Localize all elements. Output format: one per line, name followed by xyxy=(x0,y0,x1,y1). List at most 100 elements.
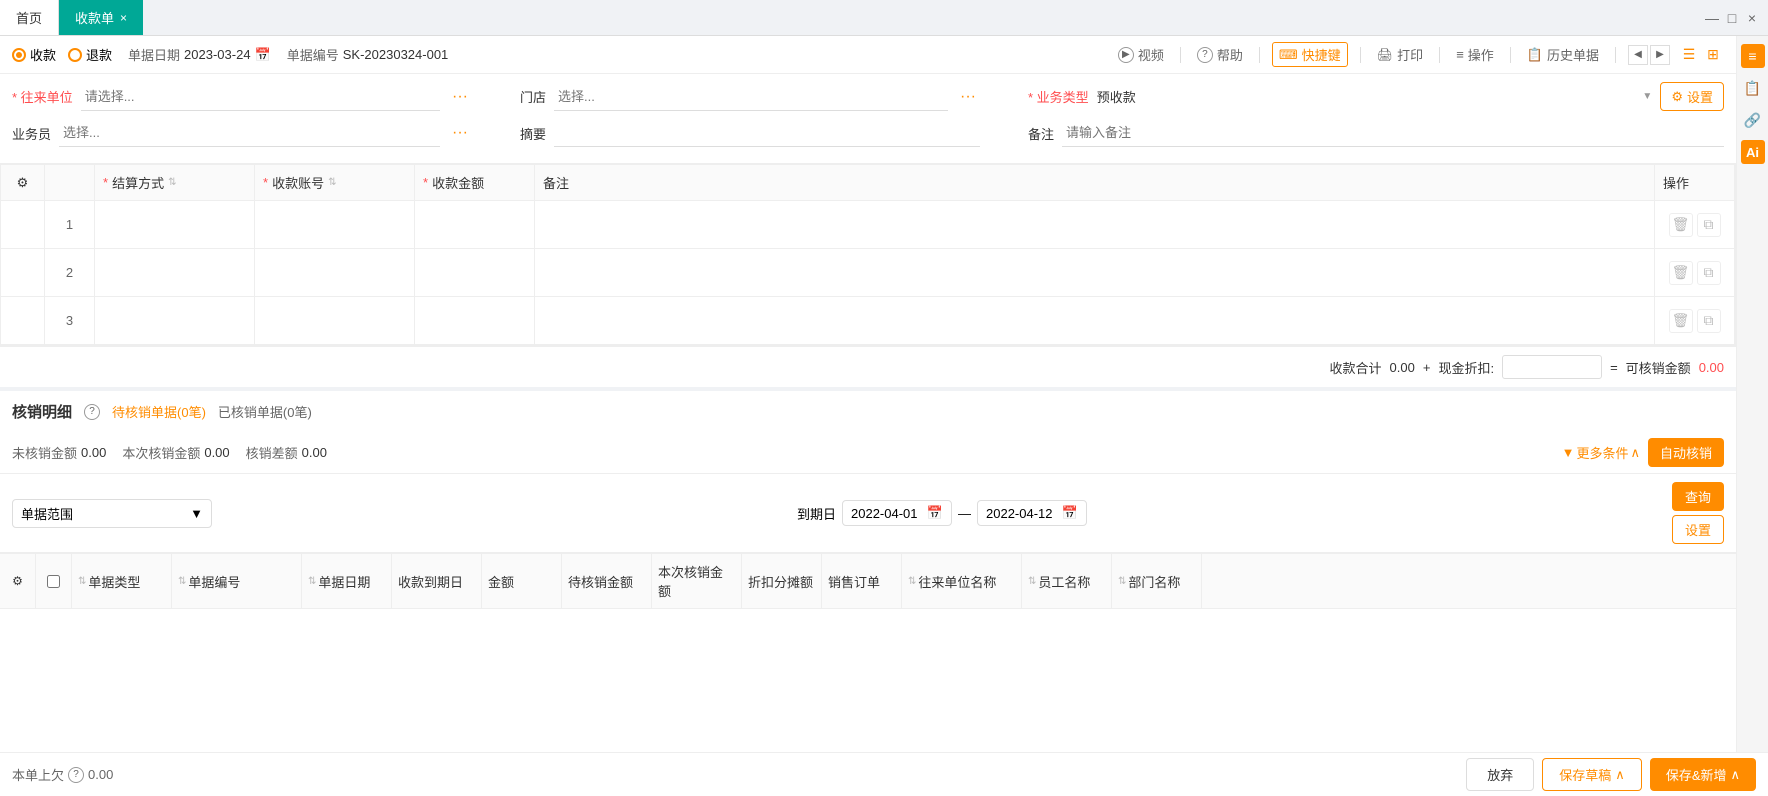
row1-amount[interactable] xyxy=(415,201,535,248)
prev-button[interactable]: ◀ xyxy=(1628,45,1648,65)
table-row: 1 🗑 ⧉ xyxy=(1,201,1735,249)
next-button[interactable]: ▶ xyxy=(1650,45,1670,65)
col-gear[interactable]: ⚙ xyxy=(1,165,45,200)
staff-sort-icon[interactable]: ⇅ xyxy=(1028,576,1036,587)
print-button[interactable]: 🖨 打印 xyxy=(1373,43,1428,66)
biz-type-chevron-icon[interactable]: ▼ xyxy=(1642,91,1652,102)
row1-copy-icon[interactable]: ⧉ xyxy=(1697,213,1721,237)
sidebar-icon-2[interactable]: 📋 xyxy=(1741,76,1765,100)
receive-radio-dot xyxy=(12,48,26,62)
settings-button[interactable]: ⚙ 设置 xyxy=(1660,82,1724,111)
due-start-input[interactable]: 2022-04-01 📅 xyxy=(842,500,952,526)
row2-amount[interactable] xyxy=(415,249,535,296)
tab-close-icon[interactable]: × xyxy=(120,11,127,25)
divider-4 xyxy=(1439,47,1440,63)
row1-account[interactable] xyxy=(255,201,415,248)
sidebar-icon-1[interactable]: ≡ xyxy=(1741,44,1765,68)
staff-input[interactable] xyxy=(59,119,440,147)
partner-sort-icon[interactable]: ⇅ xyxy=(908,576,916,587)
row2-gear xyxy=(1,249,45,296)
col-remark: 备注 xyxy=(535,165,1655,200)
partner-input[interactable] xyxy=(81,83,440,111)
row3-num: 3 xyxy=(45,297,95,344)
more-conditions-arrow: ∧ xyxy=(1630,445,1640,461)
query-button[interactable]: 查询 xyxy=(1672,482,1724,511)
calendar-icon[interactable]: 📅 xyxy=(255,47,271,63)
staff-more-icon[interactable]: ··· xyxy=(448,124,472,142)
row1-settlement[interactable] xyxy=(95,201,255,248)
receive-radio[interactable]: 收款 xyxy=(12,45,56,64)
settings-gear-icon: ⚙ xyxy=(1671,89,1683,105)
summary-input[interactable] xyxy=(554,119,980,147)
sidebar-icon-3[interactable]: 🔗 xyxy=(1741,108,1765,132)
footer-info-icon[interactable]: ? xyxy=(68,767,84,783)
range-select[interactable]: 单据范围 ▼ xyxy=(12,499,212,528)
plus-sign: + xyxy=(1423,360,1431,375)
partner-more-icon[interactable]: ··· xyxy=(448,88,472,106)
row1-delete-icon[interactable]: 🗑 xyxy=(1669,213,1693,237)
tab-home[interactable]: 首页 xyxy=(0,0,59,35)
store-input[interactable] xyxy=(554,83,948,111)
save-draft-button[interactable]: 保存草稿 ∧ xyxy=(1542,758,1642,791)
video-button[interactable]: ▶ 视频 xyxy=(1114,43,1168,66)
store-more-icon[interactable]: ··· xyxy=(956,88,980,106)
verification-info-icon[interactable]: ? xyxy=(84,404,100,420)
refund-radio[interactable]: 退款 xyxy=(68,45,112,64)
row1-remark[interactable] xyxy=(535,201,1655,248)
row2-ops: 🗑 ⧉ xyxy=(1655,249,1735,296)
this-label: 本单上欠 xyxy=(12,765,64,784)
remark-input[interactable] xyxy=(1062,119,1724,147)
tab-receipt[interactable]: 收款单 × xyxy=(59,0,143,35)
history-button[interactable]: 📋 历史单据 xyxy=(1523,43,1603,66)
main-content: 收款 退款 单据日期 2023-03-24 📅 单据编号 SK-20230324… xyxy=(0,36,1768,796)
btcol-type-label: 单据类型 xyxy=(88,572,140,591)
row2-settlement[interactable] xyxy=(95,249,255,296)
auto-cancel-button[interactable]: 自动核销 xyxy=(1648,438,1724,467)
row3-settlement[interactable] xyxy=(95,297,255,344)
due-end-input[interactable]: 2022-04-12 📅 xyxy=(977,500,1087,526)
pending-tab[interactable]: 待核销单据(0笔) xyxy=(112,402,206,421)
row2-copy-icon[interactable]: ⧉ xyxy=(1697,261,1721,285)
page-footer: 本单上欠 ? 0.00 放弃 保存草稿 ∧ 保存&新增 ∧ xyxy=(0,752,1768,796)
row3-amount[interactable] xyxy=(415,297,535,344)
help-button[interactable]: ? 帮助 xyxy=(1193,43,1247,66)
maximize-button[interactable]: □ xyxy=(1724,10,1740,26)
close-button[interactable]: × xyxy=(1744,10,1760,26)
type-sort-icon[interactable]: ⇅ xyxy=(78,576,86,587)
account-sort-icon[interactable]: ⇅ xyxy=(328,177,336,188)
minimize-button[interactable]: — xyxy=(1704,10,1720,26)
row3-remark[interactable] xyxy=(535,297,1655,344)
date-sort-icon[interactable]: ⇅ xyxy=(308,576,316,587)
date-label: 单据日期 xyxy=(128,45,180,64)
btcol-check[interactable] xyxy=(36,554,72,608)
due-start-cal-icon: 📅 xyxy=(927,505,943,521)
grid-view-button[interactable]: ⊞ xyxy=(1702,44,1724,66)
abandon-button[interactable]: 放弃 xyxy=(1466,758,1534,791)
action-icon: ≡ xyxy=(1456,47,1464,62)
row2-remark[interactable] xyxy=(535,249,1655,296)
row3-gear xyxy=(1,297,45,344)
bill-sort-icon[interactable]: ⇅ xyxy=(178,576,186,587)
shortcut-button[interactable]: ⌨ 快捷键 xyxy=(1272,42,1348,67)
row2-delete-icon[interactable]: 🗑 xyxy=(1669,261,1693,285)
receive-radio-label: 收款 xyxy=(30,45,56,64)
row3-copy-icon[interactable]: ⧉ xyxy=(1697,309,1721,333)
btcol-gear[interactable]: ⚙ xyxy=(0,554,36,608)
row3-account[interactable] xyxy=(255,297,415,344)
row1-num: 1 xyxy=(45,201,95,248)
empty-table-body xyxy=(0,609,1736,629)
dept-sort-icon[interactable]: ⇅ xyxy=(1118,576,1126,587)
row3-delete-icon[interactable]: 🗑 xyxy=(1669,309,1693,333)
save-new-button[interactable]: 保存&新增 ∧ xyxy=(1650,758,1756,791)
settlement-sort-icon[interactable]: ⇅ xyxy=(168,177,176,188)
more-conditions-btn[interactable]: ▼ 更多条件 ∧ xyxy=(1562,443,1640,462)
row2-account[interactable] xyxy=(255,249,415,296)
ai-badge[interactable]: Ai xyxy=(1741,140,1765,164)
discount-input[interactable] xyxy=(1502,355,1602,379)
diff-label: 核销差额 xyxy=(246,443,298,462)
set-button[interactable]: 设置 xyxy=(1672,515,1724,544)
select-all-checkbox[interactable] xyxy=(47,575,60,588)
done-tab[interactable]: 已核销单据(0笔) xyxy=(218,402,312,421)
action-button[interactable]: ≡ 操作 xyxy=(1452,43,1498,66)
list-view-button[interactable]: ☰ xyxy=(1678,44,1700,66)
